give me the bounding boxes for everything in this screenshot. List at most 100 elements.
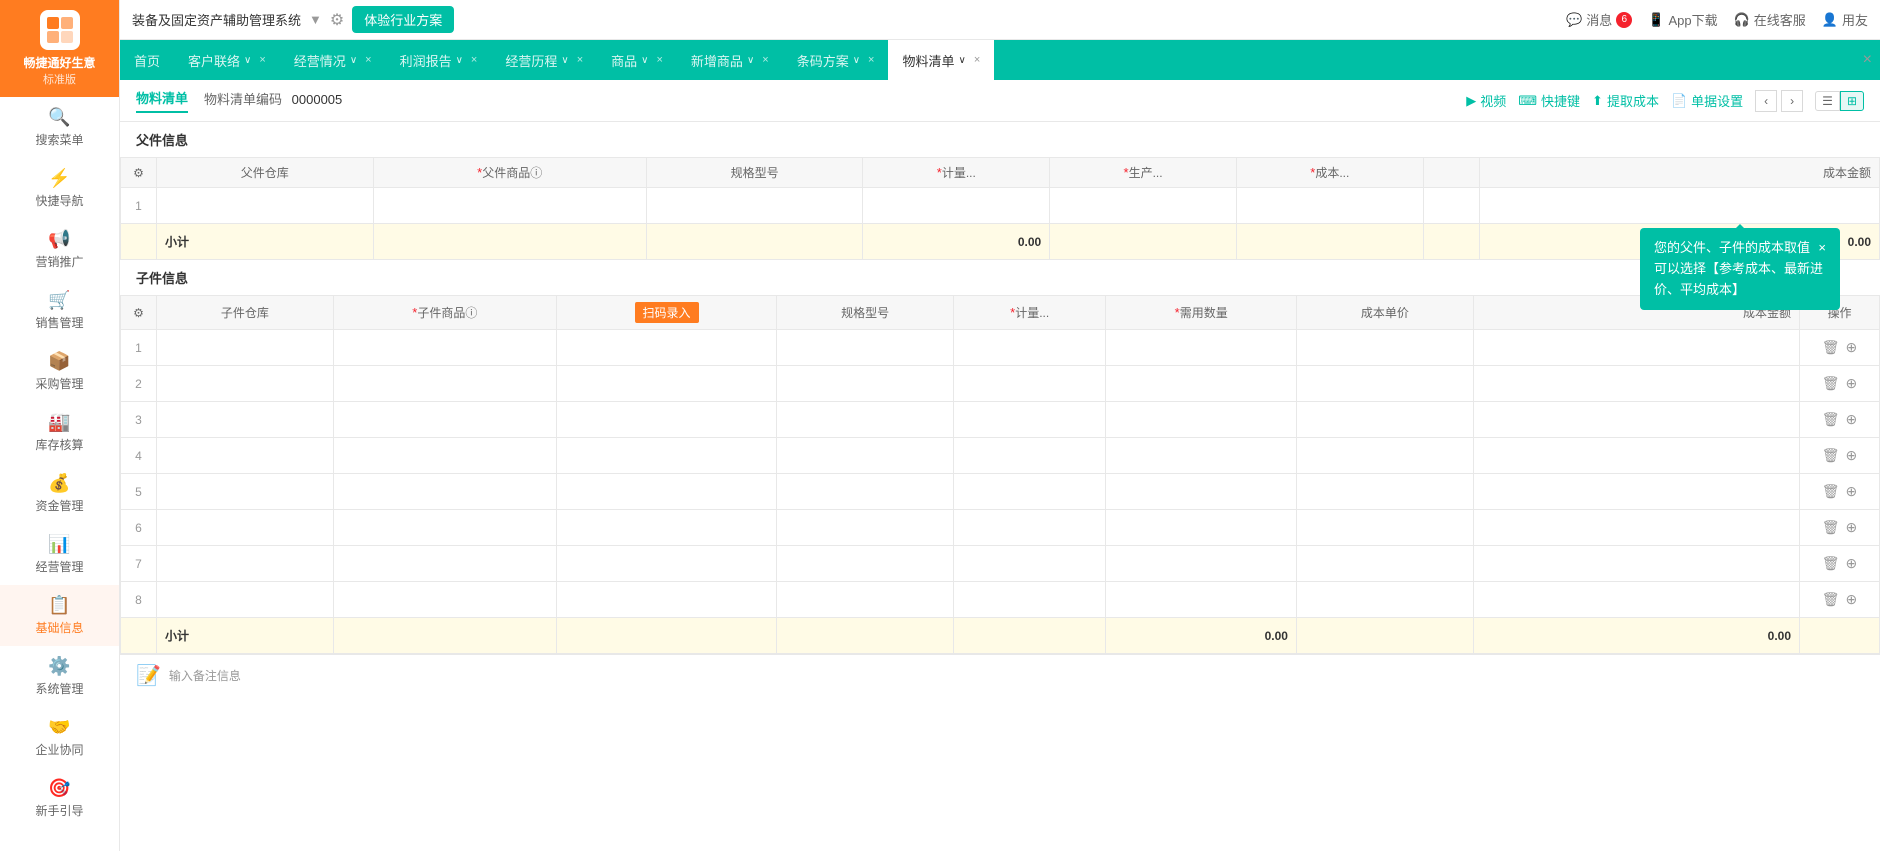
- tab-bom-close[interactable]: ×: [974, 54, 980, 66]
- child-row-warehouse[interactable]: [157, 474, 334, 510]
- child-row-unit-cost[interactable]: [1296, 438, 1473, 474]
- child-row-spec[interactable]: [777, 474, 954, 510]
- delete-icon[interactable]: 🗑: [1822, 483, 1840, 500]
- sidebar-item-search[interactable]: 🔍 搜索菜单: [0, 97, 119, 158]
- delete-icon[interactable]: 🗑: [1822, 411, 1840, 428]
- sidebar-item-nav[interactable]: ⚡ 快捷导航: [0, 158, 119, 219]
- child-row-unit-cost[interactable]: [1296, 474, 1473, 510]
- sub-tab-bom[interactable]: 物料清单: [136, 88, 188, 113]
- sidebar-item-basic-info[interactable]: 📋 基础信息: [0, 585, 119, 646]
- tooltip-close-btn[interactable]: ×: [1818, 238, 1826, 259]
- child-row-unit[interactable]: [953, 546, 1105, 582]
- child-row-warehouse[interactable]: [157, 438, 334, 474]
- tab-ops-close[interactable]: ×: [365, 54, 371, 66]
- trial-button[interactable]: 体验行业方案: [352, 6, 454, 33]
- tab-customer[interactable]: 客户联络 ∨ ×: [174, 40, 280, 80]
- copy-icon[interactable]: ⊕: [1846, 519, 1858, 536]
- child-row-unit-cost[interactable]: [1296, 510, 1473, 546]
- child-row-qty[interactable]: [1106, 402, 1297, 438]
- sidebar-item-marketing[interactable]: 📢 营销推广: [0, 219, 119, 280]
- parent-row-warehouse[interactable]: [157, 188, 374, 224]
- next-arrow[interactable]: ›: [1781, 90, 1803, 112]
- app-logo[interactable]: 畅捷通好生意 标准版: [0, 0, 119, 97]
- child-row-unit-cost[interactable]: [1296, 402, 1473, 438]
- tab-barcode-close[interactable]: ×: [868, 54, 874, 66]
- header-dropdown-arrow[interactable]: ▼: [309, 12, 322, 27]
- sidebar-item-guide[interactable]: 🎯 新手引导: [0, 768, 119, 829]
- copy-icon[interactable]: ⊕: [1846, 591, 1858, 608]
- scan-input-btn[interactable]: 扫码录入: [635, 302, 699, 323]
- sidebar-item-finance[interactable]: 💰 资金管理: [0, 463, 119, 524]
- parent-col-settings[interactable]: ⚙: [121, 158, 157, 188]
- parent-row-spec[interactable]: [646, 188, 863, 224]
- child-row-unit[interactable]: [953, 402, 1105, 438]
- parent-row-unit[interactable]: [863, 188, 1050, 224]
- child-row-spec[interactable]: [777, 330, 954, 366]
- delete-icon[interactable]: 🗑: [1822, 519, 1840, 536]
- sidebar-item-inventory[interactable]: 🏭 库存核算: [0, 402, 119, 463]
- delete-icon[interactable]: 🗑: [1822, 591, 1840, 608]
- delete-icon[interactable]: 🗑: [1822, 555, 1840, 572]
- parent-row-goods[interactable]: [373, 188, 646, 224]
- tab-new-goods[interactable]: 新增商品 ∨ ×: [677, 40, 783, 80]
- child-row-unit[interactable]: [953, 582, 1105, 618]
- child-row-spec[interactable]: [777, 366, 954, 402]
- delete-icon[interactable]: 🗑: [1822, 375, 1840, 392]
- sidebar-item-sales[interactable]: 🛒 销售管理: [0, 280, 119, 341]
- child-row-unit-cost[interactable]: [1296, 546, 1473, 582]
- child-row-warehouse[interactable]: [157, 366, 334, 402]
- tab-bom[interactable]: 物料清单 ∨ ×: [888, 40, 994, 80]
- child-row-warehouse[interactable]: [157, 546, 334, 582]
- child-row-unit-cost[interactable]: [1296, 366, 1473, 402]
- child-row-qty[interactable]: [1106, 510, 1297, 546]
- child-row-warehouse[interactable]: [157, 402, 334, 438]
- prev-arrow[interactable]: ‹: [1755, 90, 1777, 112]
- child-row-spec[interactable]: [777, 402, 954, 438]
- child-row-unit[interactable]: [953, 366, 1105, 402]
- shortcut-action[interactable]: ⌨ 快捷键: [1518, 91, 1580, 110]
- child-row-goods[interactable]: [333, 510, 556, 546]
- tab-history-close[interactable]: ×: [577, 54, 583, 66]
- message-action[interactable]: 💬 消息 6: [1566, 10, 1632, 29]
- copy-icon[interactable]: ⊕: [1846, 339, 1858, 356]
- child-row-qty[interactable]: [1106, 366, 1297, 402]
- child-row-qty[interactable]: [1106, 438, 1297, 474]
- sidebar-item-cooperation[interactable]: 🤝 企业协同: [0, 707, 119, 768]
- child-row-spec[interactable]: [777, 510, 954, 546]
- tab-history[interactable]: 经营历程 ∨ ×: [491, 40, 597, 80]
- tab-new-goods-close[interactable]: ×: [762, 54, 768, 66]
- child-row-warehouse[interactable]: [157, 582, 334, 618]
- parent-row-cost[interactable]: [1236, 188, 1423, 224]
- child-row-unit-cost[interactable]: [1296, 582, 1473, 618]
- child-row-goods[interactable]: [333, 546, 556, 582]
- delete-icon[interactable]: 🗑: [1822, 339, 1840, 356]
- child-row-qty[interactable]: [1106, 330, 1297, 366]
- user-action[interactable]: 👤 用友: [1822, 10, 1868, 29]
- tab-operations[interactable]: 经营情况 ∨ ×: [280, 40, 386, 80]
- child-row-spec[interactable]: [777, 546, 954, 582]
- child-row-warehouse[interactable]: [157, 330, 334, 366]
- child-row-goods[interactable]: [333, 438, 556, 474]
- child-row-goods[interactable]: [333, 366, 556, 402]
- parent-row-production[interactable]: [1050, 188, 1237, 224]
- sub-tab-bom-code[interactable]: 物料清单编码 0000005: [204, 89, 342, 112]
- note-icon[interactable]: 📝: [136, 663, 161, 688]
- child-row-unit[interactable]: [953, 330, 1105, 366]
- tab-barcode[interactable]: 条码方案 ∨ ×: [783, 40, 889, 80]
- copy-icon[interactable]: ⊕: [1846, 483, 1858, 500]
- delete-icon[interactable]: 🗑: [1822, 447, 1840, 464]
- view-list-btn[interactable]: ☰: [1815, 91, 1840, 111]
- extract-cost-action[interactable]: ⬆ 提取成本: [1592, 91, 1659, 110]
- settings-icon[interactable]: ⚙: [330, 10, 344, 30]
- copy-icon[interactable]: ⊕: [1846, 375, 1858, 392]
- copy-icon[interactable]: ⊕: [1846, 447, 1858, 464]
- tab-home[interactable]: 首页: [120, 40, 174, 80]
- child-row-goods[interactable]: [333, 402, 556, 438]
- child-row-unit-cost[interactable]: [1296, 330, 1473, 366]
- tab-profit-close[interactable]: ×: [471, 54, 477, 66]
- child-row-qty[interactable]: [1106, 474, 1297, 510]
- child-row-spec[interactable]: [777, 582, 954, 618]
- sidebar-item-purchase[interactable]: 📦 采购管理: [0, 341, 119, 402]
- tab-goods[interactable]: 商品 ∨ ×: [597, 40, 677, 80]
- child-row-unit[interactable]: [953, 438, 1105, 474]
